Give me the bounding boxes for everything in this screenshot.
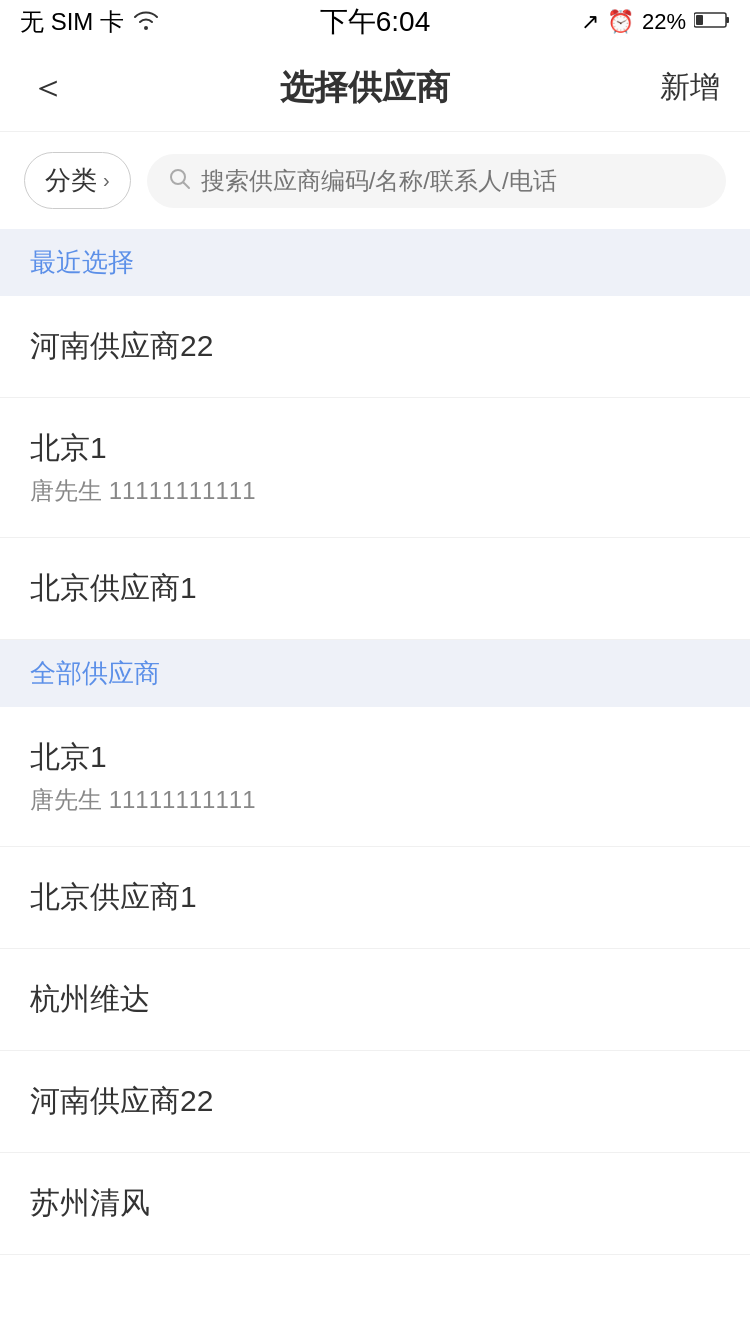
battery-percent: 22% xyxy=(642,9,686,35)
status-left: 无 SIM 卡 xyxy=(20,6,160,38)
search-icon xyxy=(167,166,191,196)
add-button[interactable]: 新增 xyxy=(640,67,720,108)
all-list: 北京1 唐先生 11111111111 北京供应商1 杭州维达河南供应商22 苏州清风 xyxy=(0,707,750,1255)
all-section-label: 全部供应商 xyxy=(30,658,160,688)
svg-rect-2 xyxy=(696,15,703,25)
nav-bar: ＜ 选择供应商 新增 xyxy=(0,44,750,132)
list-item[interactable]: 北京1 唐先生 11111111111 xyxy=(0,707,750,847)
item-sub: 唐先生 11111111111 xyxy=(30,784,720,816)
list-item[interactable]: 河南供应商22 xyxy=(0,1051,750,1153)
item-name: 北京供应商1 xyxy=(30,877,720,918)
list-item[interactable]: 苏州清风 xyxy=(0,1153,750,1255)
search-input[interactable] xyxy=(201,167,706,195)
no-sim-label: 无 SIM 卡 xyxy=(20,6,124,38)
back-button[interactable]: ＜ xyxy=(30,63,90,112)
status-bar: 无 SIM 卡 下午6:04 ↗ ⏰ 22% xyxy=(0,0,750,44)
search-box xyxy=(147,154,726,208)
list-item[interactable]: 北京1 唐先生 11111111111 xyxy=(0,398,750,538)
svg-rect-1 xyxy=(726,17,729,23)
item-name: 北京供应商1 xyxy=(30,568,720,609)
item-sub: 唐先生 11111111111 xyxy=(30,475,720,507)
recent-list: 河南供应商22 北京1 唐先生 11111111111 北京供应商1 xyxy=(0,296,750,640)
category-label: 分类 xyxy=(45,163,97,198)
item-name: 杭州维达 xyxy=(30,979,720,1020)
status-right: ↗ ⏰ 22% xyxy=(581,9,730,35)
category-button[interactable]: 分类 › xyxy=(24,152,131,209)
location-icon: ↗ xyxy=(581,9,599,35)
item-name: 北京1 xyxy=(30,737,720,778)
list-item[interactable]: 北京供应商1 xyxy=(0,538,750,640)
list-item[interactable]: 河南供应商22 xyxy=(0,296,750,398)
battery-icon xyxy=(694,9,730,35)
recent-section-header: 最近选择 xyxy=(0,229,750,296)
item-name: 北京1 xyxy=(30,428,720,469)
filter-bar: 分类 › xyxy=(0,132,750,229)
svg-line-4 xyxy=(183,182,189,188)
status-time: 下午6:04 xyxy=(320,3,431,41)
list-item[interactable]: 北京供应商1 xyxy=(0,847,750,949)
all-section-header: 全部供应商 xyxy=(0,640,750,707)
page-title: 选择供应商 xyxy=(90,65,640,111)
list-item[interactable]: 杭州维达 xyxy=(0,949,750,1051)
item-name: 河南供应商22 xyxy=(30,326,720,367)
recent-section-label: 最近选择 xyxy=(30,247,134,277)
item-name: 河南供应商22 xyxy=(30,1081,720,1122)
item-name: 苏州清风 xyxy=(30,1183,720,1224)
wifi-icon xyxy=(132,8,160,36)
chevron-down-icon: › xyxy=(103,169,110,192)
alarm-icon: ⏰ xyxy=(607,9,634,35)
